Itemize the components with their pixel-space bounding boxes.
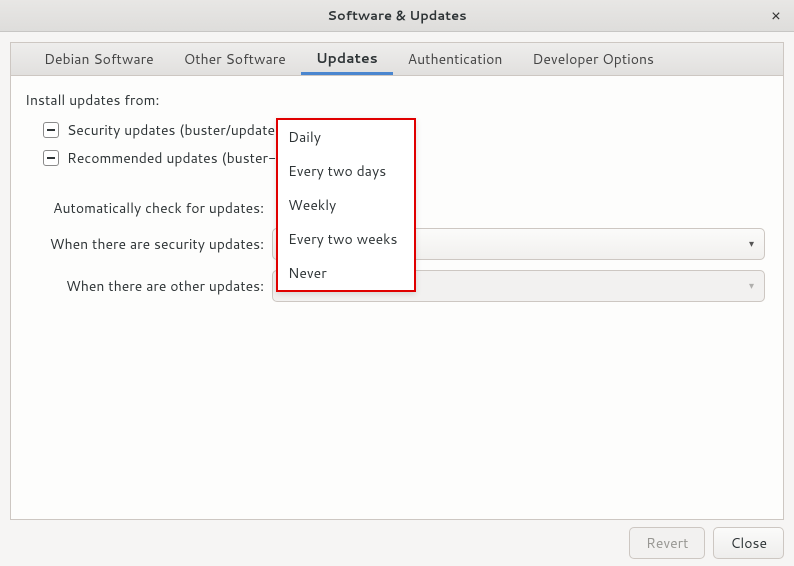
check-label: Security updates (buster/update — [67, 120, 275, 140]
chevron-down-icon: ▾ — [749, 237, 754, 251]
dropdown-item-weekly[interactable]: Weekly — [278, 188, 414, 222]
tab-authentication[interactable]: Authentication — [393, 43, 518, 75]
check-label: Recommended updates (buster- — [67, 148, 276, 168]
tab-other-software[interactable]: Other Software — [169, 43, 301, 75]
footer: Revert Close — [0, 520, 794, 566]
chevron-down-icon: ▾ — [749, 279, 754, 293]
close-button[interactable]: Close — [713, 527, 784, 559]
tab-updates[interactable]: Updates — [301, 43, 393, 75]
section-label: Install updates from: — [25, 90, 773, 110]
content-frame: Debian Software Other Software Updates A… — [10, 42, 784, 520]
tab-debian-software[interactable]: Debian Software — [29, 43, 169, 75]
close-icon[interactable]: × — [768, 8, 784, 24]
dropdown-item-never[interactable]: Never — [278, 256, 414, 290]
dropdown-auto-check: Daily Every two days Weekly Every two we… — [276, 118, 416, 292]
tab-developer-options[interactable]: Developer Options — [517, 43, 669, 75]
dropdown-item-daily[interactable]: Daily — [278, 120, 414, 154]
label-auto-check: Automatically check for updates: — [21, 198, 264, 218]
checkbox-security-updates[interactable] — [43, 122, 59, 138]
tab-bar: Debian Software Other Software Updates A… — [11, 43, 783, 76]
label-security-updates: When there are security updates: — [21, 234, 264, 254]
checkbox-recommended-updates[interactable] — [43, 150, 59, 166]
label-other-updates: When there are other updates: — [21, 276, 264, 296]
window-title: Software & Updates — [327, 7, 466, 25]
titlebar: Software & Updates × — [0, 0, 794, 32]
dropdown-item-every-two-weeks[interactable]: Every two weeks — [278, 222, 414, 256]
dropdown-item-every-two-days[interactable]: Every two days — [278, 154, 414, 188]
revert-button: Revert — [629, 527, 705, 559]
